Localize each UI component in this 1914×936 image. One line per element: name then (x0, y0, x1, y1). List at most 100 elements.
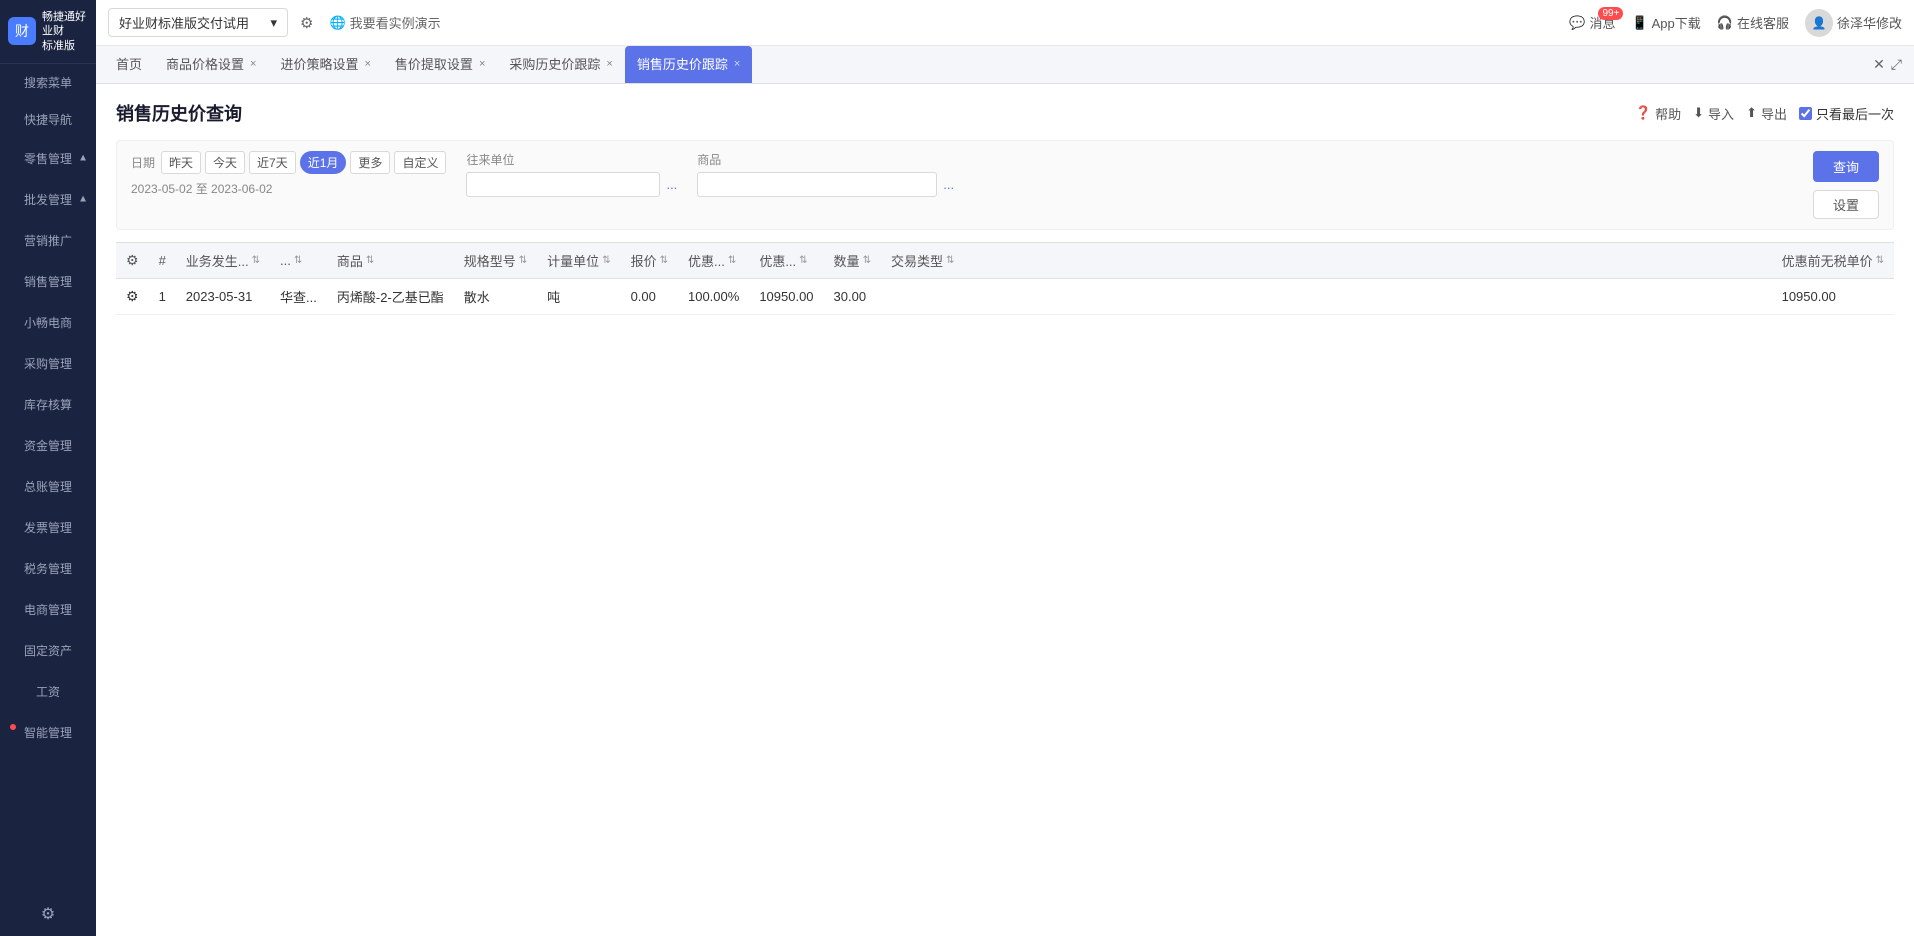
date-btn-custom[interactable]: 自定义 (394, 151, 446, 174)
table-container: ⚙ # 业务发生... ⇅ ... ⇅ (116, 242, 1894, 315)
logo-icon: 财 (8, 17, 36, 45)
page-content: 销售历史价查询 ❓ 帮助 ⬇ 导入 ⬆ 导出 只看最后一次 (96, 84, 1914, 936)
row-spacer-cell (964, 279, 1771, 315)
sidebar-item-marketing[interactable]: 营销推广 (0, 220, 96, 261)
col-pretax-price[interactable]: 优惠前无税单价 ⇅ (1772, 243, 1894, 279)
sidebar-item-ecommerce[interactable]: 电商管理 (0, 589, 96, 630)
sidebar-item-ecommerce-small[interactable]: 小畅电商 (0, 302, 96, 343)
sidebar-item-invoice[interactable]: 发票管理 (0, 507, 96, 548)
product-input[interactable] (697, 172, 937, 197)
row-extra-cell: 华查... (270, 279, 327, 315)
row-quote-cell: 0.00 (621, 279, 678, 315)
sidebar-item-assets[interactable]: 固定资产 (0, 630, 96, 671)
customer-input[interactable] (466, 172, 660, 197)
retail-arrow-icon: ▲ (78, 153, 88, 164)
sidebar-item-sales[interactable]: 销售管理 (0, 261, 96, 302)
sidebar-item-inventory[interactable]: 库存核算 (0, 384, 96, 425)
sidebar-item-purchase[interactable]: 采购管理 (0, 343, 96, 384)
date-btn-today[interactable]: 今天 (205, 151, 245, 174)
col-discount1-sort-icon: ⇅ (728, 255, 736, 266)
tab-purchase-history-close-icon[interactable]: × (606, 58, 612, 70)
sidebar-logo: 财 畅捷通好业财 标准版 (0, 0, 96, 64)
sidebar-item-retail[interactable]: 零售管理 ▲ (0, 138, 96, 179)
col-trans-type[interactable]: 交易类型 ⇅ (881, 243, 964, 279)
version-selector[interactable]: 好业财标准版交付试用 ▾ (108, 8, 288, 37)
tab-sale-extract-close-icon[interactable]: × (479, 58, 485, 70)
date-filter-group: 日期 昨天 今天 近7天 近1月 更多 自定义 2023-05-02 至 202… (131, 151, 446, 197)
date-buttons: 昨天 今天 近7天 近1月 更多 自定义 (161, 151, 446, 174)
date-btn-yesterday[interactable]: 昨天 (161, 151, 201, 174)
query-button[interactable]: 查询 (1813, 151, 1879, 182)
messages-button[interactable]: 💬 消息 99+ (1569, 13, 1615, 32)
tab-bar: 首页 商品价格设置 × 进价策略设置 × 售价提取设置 × 采购历史价跟踪 × … (96, 46, 1914, 84)
filter-row: 日期 昨天 今天 近7天 近1月 更多 自定义 2023-05-02 至 202… (116, 140, 1894, 230)
product-filter-group: 商品 ... (697, 151, 954, 197)
date-range-text: 2023-05-02 至 2023-06-02 (131, 180, 446, 197)
sidebar-item-smart[interactable]: 智能管理 (0, 712, 96, 753)
row-quantity-cell: 30.00 (824, 279, 881, 315)
tab-close-window-icon[interactable]: ✕ (1873, 56, 1885, 73)
app-download-icon: 📱 (1631, 15, 1647, 31)
product-dots-icon[interactable]: ... (943, 177, 954, 192)
import-link[interactable]: ⬇ 导入 (1693, 104, 1734, 123)
col-spec[interactable]: 规格型号 ⇅ (454, 243, 537, 279)
export-icon: ⬆ (1746, 105, 1757, 121)
page-title: 销售历史价查询 (116, 100, 242, 126)
topbar: 好业财标准版交付试用 ▾ ⚙ 🌐 我要看实例演示 💬 消息 99+ 📱 App下… (96, 0, 1914, 46)
message-icon: 💬 (1569, 15, 1585, 31)
last-time-only-checkbox[interactable]: 只看最后一次 (1799, 104, 1894, 123)
export-link[interactable]: ⬆ 导出 (1746, 104, 1787, 123)
sidebar-quick-nav[interactable]: 快捷导航 (0, 101, 96, 138)
product-filter-label: 商品 (697, 151, 954, 168)
sidebar-item-tax[interactable]: 税务管理 (0, 548, 96, 589)
help-link[interactable]: ❓ 帮助 (1635, 104, 1681, 123)
row-gear-cell[interactable]: ⚙ (116, 279, 149, 315)
tab-expand-icon[interactable]: ⤢ (1891, 56, 1902, 73)
sidebar-search-menu[interactable]: 搜索菜单 (0, 64, 96, 101)
col-biz-date[interactable]: 业务发生... ⇅ (176, 243, 270, 279)
demo-link[interactable]: 🌐 我要看实例演示 (329, 13, 440, 32)
tab-price-close-icon[interactable]: × (250, 58, 256, 70)
row-product-cell: 丙烯酸-2-乙基已酯 (327, 279, 454, 315)
tabs-window-controls: ✕ ⤢ (1869, 56, 1906, 73)
topbar-right: 💬 消息 99+ 📱 App下载 🎧 在线客服 👤 徐泽华修改 (1569, 9, 1902, 37)
tab-home[interactable]: 首页 (104, 46, 154, 83)
user-profile-button[interactable]: 👤 徐泽华修改 (1805, 9, 1902, 37)
online-service-button[interactable]: 🎧 在线客服 (1717, 13, 1789, 32)
col-extra-sort-icon: ⇅ (294, 255, 302, 266)
tab-sale-history[interactable]: 销售历史价跟踪 × (625, 46, 752, 83)
col-discount1[interactable]: 优惠... ⇅ (678, 243, 749, 279)
col-discount2[interactable]: 优惠... ⇅ (749, 243, 823, 279)
date-btn-more[interactable]: 更多 (350, 151, 390, 174)
date-filter-label: 日期 (131, 154, 155, 171)
sidebar-item-wholesale[interactable]: 批发管理 ▲ (0, 179, 96, 220)
sidebar-item-salary[interactable]: 工资 (0, 671, 96, 712)
tab-sale-history-close-icon[interactable]: × (734, 58, 740, 70)
wholesale-arrow-icon: ▲ (78, 194, 88, 205)
row-pretax-price-cell: 10950.00 (1772, 279, 1894, 315)
tab-purchase-strategy[interactable]: 进价策略设置 × (268, 46, 382, 83)
col-extra[interactable]: ... ⇅ (270, 243, 327, 279)
sidebar-item-finance[interactable]: 资金管理 (0, 425, 96, 466)
tab-price[interactable]: 商品价格设置 × (154, 46, 268, 83)
sidebar-item-ledger[interactable]: 总账管理 (0, 466, 96, 507)
sidebar-settings-icon[interactable]: ⚙ (0, 892, 96, 936)
col-unit[interactable]: 计量单位 ⇅ (537, 243, 620, 279)
date-btn-last7[interactable]: 近7天 (249, 151, 296, 174)
col-quote[interactable]: 报价 ⇅ (621, 243, 678, 279)
col-quantity[interactable]: 数量 ⇅ (824, 243, 881, 279)
col-product[interactable]: 商品 ⇅ (327, 243, 454, 279)
app-download-button[interactable]: 📱 App下载 (1631, 13, 1700, 32)
topbar-gear-icon[interactable]: ⚙ (296, 10, 317, 36)
row-spec-cell: 散水 (454, 279, 537, 315)
settings-button[interactable]: 设置 (1813, 190, 1879, 219)
tab-sale-extract[interactable]: 售价提取设置 × (383, 46, 497, 83)
tab-purchase-history[interactable]: 采购历史价跟踪 × (497, 46, 624, 83)
row-unit-cell: 吨 (537, 279, 620, 315)
date-btn-last1m[interactable]: 近1月 (300, 151, 347, 174)
row-biz-date-cell: 2023-05-31 (176, 279, 270, 315)
col-trans-type-sort-icon: ⇅ (946, 255, 954, 266)
col-gear[interactable]: ⚙ (116, 243, 149, 279)
customer-dots-icon[interactable]: ... (666, 177, 677, 192)
tab-purchase-strategy-close-icon[interactable]: × (364, 58, 370, 70)
